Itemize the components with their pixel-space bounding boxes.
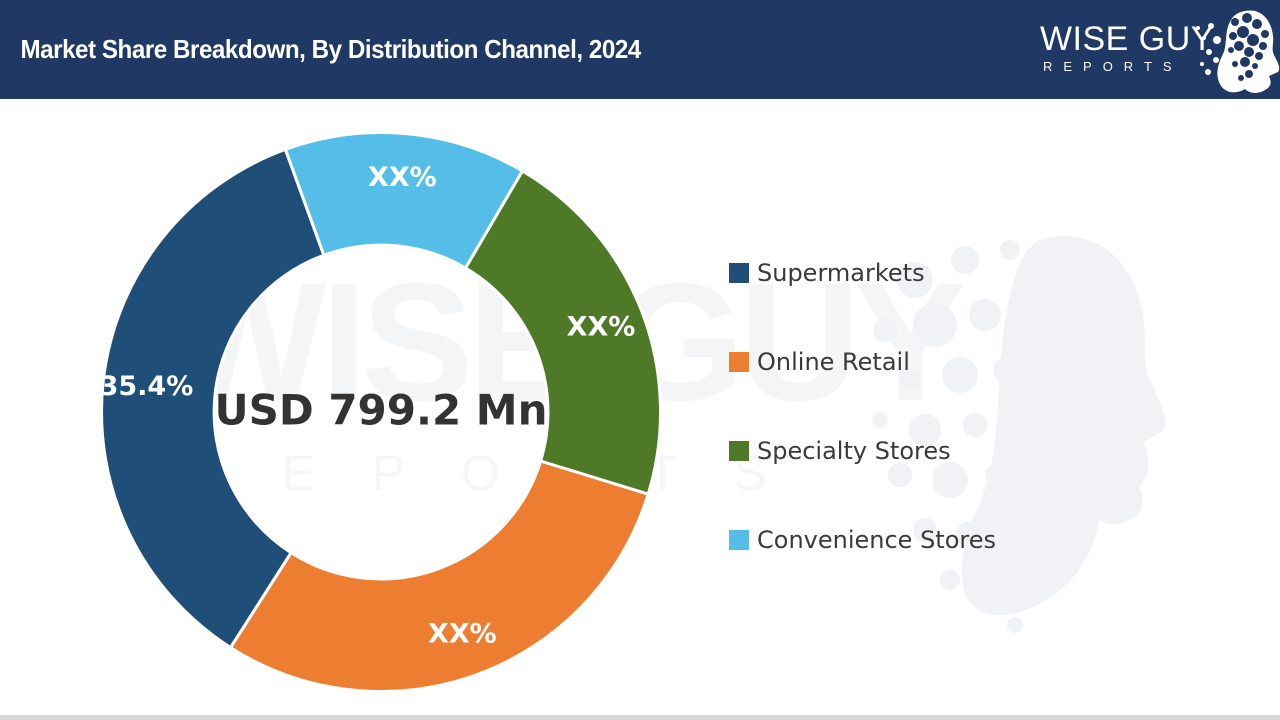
legend-swatch-supermarkets xyxy=(729,263,749,283)
legend-swatch-online-retail xyxy=(729,352,749,372)
page-title: Market Share Breakdown, By Distribution … xyxy=(20,34,641,64)
legend-label: Convenience Stores xyxy=(757,526,997,554)
logo-face-icon xyxy=(1196,10,1280,93)
legend-swatch-convenience-stores xyxy=(729,530,749,550)
bottom-strip xyxy=(0,715,1280,720)
slice-percent-label: XX% xyxy=(428,619,497,650)
slice-percent-label: XX% xyxy=(368,162,437,193)
legend-item-supermarkets[interactable]: Supermarkets xyxy=(729,259,996,287)
donut-segment-online-retail[interactable] xyxy=(228,459,651,693)
legend-label: Online Retail xyxy=(757,348,910,376)
header-bar: Market Share Breakdown, By Distribution … xyxy=(0,0,1280,99)
brand-logo: WISE GUY REPORTS xyxy=(1020,0,1280,99)
donut-center-value: USD 799.2 Mn xyxy=(214,385,548,435)
legend-label: Supermarkets xyxy=(757,259,925,287)
slice-percent-label: 35.4% xyxy=(100,371,193,402)
page: Market Share Breakdown, By Distribution … xyxy=(0,0,1280,720)
legend-item-convenience-stores[interactable]: Convenience Stores xyxy=(729,526,996,554)
legend-swatch-specialty-stores xyxy=(729,441,749,461)
legend-label: Specialty Stores xyxy=(757,437,951,465)
legend: Supermarkets Online Retail Specialty Sto… xyxy=(729,259,996,615)
legend-item-online-retail[interactable]: Online Retail xyxy=(729,348,996,376)
legend-item-specialty-stores[interactable]: Specialty Stores xyxy=(729,437,996,465)
slice-percent-label: XX% xyxy=(567,311,636,342)
